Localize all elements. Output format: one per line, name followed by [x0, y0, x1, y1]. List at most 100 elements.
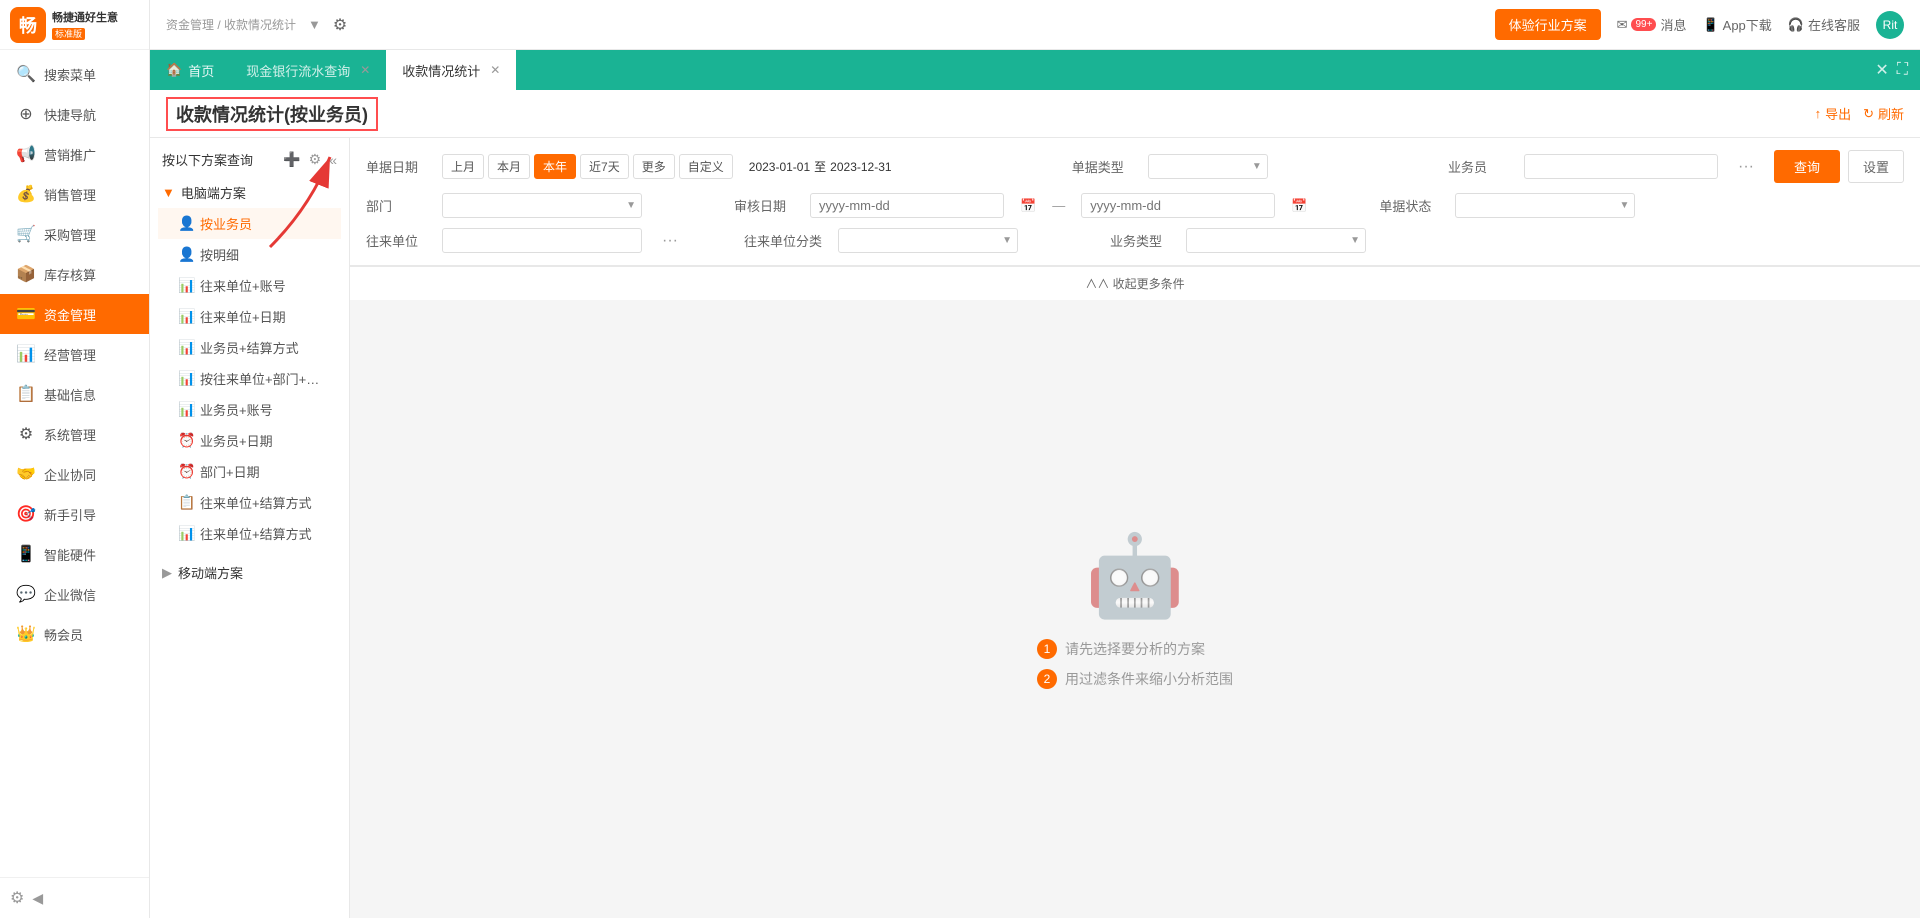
- tab-receipt-stat[interactable]: 收款情况统计 ✕: [386, 50, 516, 90]
- scheme-item-by-salesman[interactable]: 👤 按业务员: [158, 208, 341, 239]
- logo-area: 畅 畅捷通好生意 标准版: [0, 0, 149, 50]
- desktop-scheme-title[interactable]: ▼ 电脑端方案: [158, 177, 341, 208]
- review-date-from[interactable]: [810, 193, 1004, 218]
- window-maximize-btn[interactable]: ⛶: [1897, 61, 1908, 79]
- guide-icon: 🎯: [16, 504, 36, 524]
- scheme-item-salesman-settle[interactable]: 📊 业务员+结算方式: [158, 332, 341, 363]
- refresh-btn[interactable]: ↻ 刷新: [1863, 104, 1904, 123]
- scheme-item-unit-account[interactable]: 📊 往来单位+账号: [158, 270, 341, 301]
- tab-receipt-stat-close[interactable]: ✕: [490, 63, 500, 77]
- filter-actions: 查询 设置: [1774, 150, 1904, 183]
- salesman-more-btn[interactable]: ···: [1734, 158, 1758, 176]
- window-buttons: ✕ ⛶: [1875, 60, 1920, 80]
- tab-bar: 🏠 首页 现金银行流水查询 ✕ 收款情况统计 ✕ ✕ ⛶: [150, 50, 1920, 90]
- date-btn-this-year[interactable]: 本年: [534, 154, 576, 179]
- tab-bank-flow[interactable]: 现金银行流水查询 ✕: [230, 50, 386, 90]
- system-icon: ⚙: [16, 424, 36, 444]
- search-menu-icon: 🔍: [16, 64, 36, 84]
- sidebar-item-member[interactable]: 👑 畅会员: [0, 614, 149, 654]
- unit-category-label: 往来单位分类: [744, 231, 822, 250]
- purchase-icon: 🛒: [16, 224, 36, 244]
- detail-scheme-icon: 👤: [178, 246, 194, 263]
- date-btn-7days[interactable]: 近7天: [580, 154, 629, 179]
- scheme-item-by-detail[interactable]: 👤 按明细: [158, 239, 341, 270]
- scheme-item-unit-date[interactable]: 📊 往来单位+日期: [158, 301, 341, 332]
- sidebar-item-basic-info[interactable]: 📋 基础信息: [0, 374, 149, 414]
- sidebar-item-operations[interactable]: 📊 经营管理: [0, 334, 149, 374]
- app-download-btn[interactable]: 📱 App下载: [1702, 15, 1771, 34]
- dept-select[interactable]: [442, 193, 642, 218]
- add-scheme-btn[interactable]: ➕: [283, 151, 300, 168]
- sidebar-item-enterprise[interactable]: 🤝 企业协同: [0, 454, 149, 494]
- export-btn[interactable]: ↑ 导出: [1815, 104, 1852, 123]
- tab-bank-flow-close[interactable]: ✕: [360, 63, 370, 77]
- unit-label: 往来单位: [366, 231, 426, 250]
- unit-settle1-icon: 📋: [178, 494, 194, 511]
- scheme-item-unit-settle1[interactable]: 📋 往来单位+结算方式: [158, 487, 341, 518]
- sidebar-item-wechat[interactable]: 💬 企业微信: [0, 574, 149, 614]
- salesman-input[interactable]: [1524, 154, 1718, 179]
- empty-state: 🤖 1 请先选择要分析的方案 2 用过滤条件来缩小分析范围: [350, 300, 1920, 918]
- sidebar-settings-icon[interactable]: ⚙: [10, 888, 24, 908]
- setting-btn[interactable]: 设置: [1848, 150, 1904, 183]
- settings-scheme-btn[interactable]: ⚙: [309, 151, 322, 168]
- mobile-scheme-title[interactable]: ▶ 移动端方案: [158, 557, 341, 588]
- doc-status-select[interactable]: [1455, 193, 1635, 218]
- sidebar: 畅 畅捷通好生意 标准版 🔍 搜索菜单 ⊕ 快捷导航 📢 营销推广 💰 销售管理…: [0, 0, 150, 918]
- breadcrumb-dropdown-icon[interactable]: ▼: [308, 17, 321, 32]
- topbar-settings-icon[interactable]: ⚙: [333, 15, 347, 35]
- calendar-icon-to[interactable]: 📅: [1291, 198, 1307, 214]
- unit-more-btn[interactable]: ···: [658, 232, 682, 250]
- doc-type-select[interactable]: [1148, 154, 1268, 179]
- filter-row-2: 部门 ▼ 审核日期 📅 — 📅 单据状态: [366, 193, 1904, 218]
- scheme-item-dept-date[interactable]: ⏰ 部门+日期: [158, 456, 341, 487]
- date-btn-more[interactable]: 更多: [633, 154, 675, 179]
- unit-input[interactable]: [442, 228, 642, 253]
- user-icon: Rit: [1876, 11, 1904, 39]
- sidebar-item-smart-hw[interactable]: 📱 智能硬件: [0, 534, 149, 574]
- logo-icon: 畅: [10, 7, 46, 43]
- left-panel: 按以下方案查询 ➕ ⚙ « ▼ 电脑: [150, 138, 350, 918]
- collapse-panel-btn[interactable]: «: [329, 152, 337, 168]
- scheme-item-unit-dept[interactable]: 📊 按往来单位+部门+收...: [158, 363, 341, 394]
- dept-select-wrapper: ▼: [442, 193, 642, 218]
- window-close-btn[interactable]: ✕: [1875, 60, 1888, 80]
- sidebar-item-system[interactable]: ⚙ 系统管理: [0, 414, 149, 454]
- sidebar-item-purchase[interactable]: 🛒 采购管理: [0, 214, 149, 254]
- inventory-icon: 📦: [16, 264, 36, 284]
- sidebar-collapse-icon[interactable]: ◀: [32, 890, 43, 907]
- scheme-item-salesman-account[interactable]: 📊 业务员+账号: [158, 394, 341, 425]
- trial-btn[interactable]: 体验行业方案: [1495, 9, 1601, 40]
- date-btn-this-month[interactable]: 本月: [488, 154, 530, 179]
- basic-info-icon: 📋: [16, 384, 36, 404]
- sidebar-item-inventory[interactable]: 📦 库存核算: [0, 254, 149, 294]
- app-icon: 📱: [1702, 17, 1718, 33]
- sidebar-item-marketing[interactable]: 📢 营销推广: [0, 134, 149, 174]
- scheme-item-salesman-date[interactable]: ⏰ 业务员+日期: [158, 425, 341, 456]
- sidebar-item-quick-nav[interactable]: ⊕ 快捷导航: [0, 94, 149, 134]
- sidebar-item-search-menu[interactable]: 🔍 搜索菜单: [0, 54, 149, 94]
- left-panel-header: 按以下方案查询 ➕ ⚙ «: [150, 138, 349, 177]
- online-service-btn[interactable]: 🎧 在线客服: [1788, 15, 1860, 34]
- date-btn-custom[interactable]: 自定义: [679, 154, 733, 179]
- date-btn-last-month[interactable]: 上月: [442, 154, 484, 179]
- smart-hw-icon: 📱: [16, 544, 36, 564]
- tab-home[interactable]: 🏠 首页: [150, 50, 230, 90]
- calendar-icon-from[interactable]: 📅: [1020, 198, 1036, 214]
- sidebar-item-sales[interactable]: 💰 销售管理: [0, 174, 149, 214]
- sidebar-item-guide[interactable]: 🎯 新手引导: [0, 494, 149, 534]
- sidebar-item-finance[interactable]: 💳 资金管理: [0, 294, 149, 334]
- query-btn[interactable]: 查询: [1774, 150, 1840, 183]
- refresh-icon: ↻: [1863, 106, 1874, 122]
- sales-icon: 💰: [16, 184, 36, 204]
- unit-cat-select[interactable]: [838, 228, 1018, 253]
- enterprise-icon: 🤝: [16, 464, 36, 484]
- operations-icon: 📊: [16, 344, 36, 364]
- biz-type-select[interactable]: [1186, 228, 1366, 253]
- user-avatar[interactable]: Rit: [1876, 11, 1904, 39]
- scheme-item-unit-settle2[interactable]: 📊 往来单位+结算方式: [158, 518, 341, 549]
- scheme-section-mobile: ▶ 移动端方案: [150, 557, 349, 588]
- review-date-to[interactable]: [1081, 193, 1275, 218]
- collapse-bar[interactable]: ∧∧ 收起更多条件: [350, 266, 1920, 300]
- message-btn[interactable]: ✉ 99+ 消息: [1617, 15, 1687, 34]
